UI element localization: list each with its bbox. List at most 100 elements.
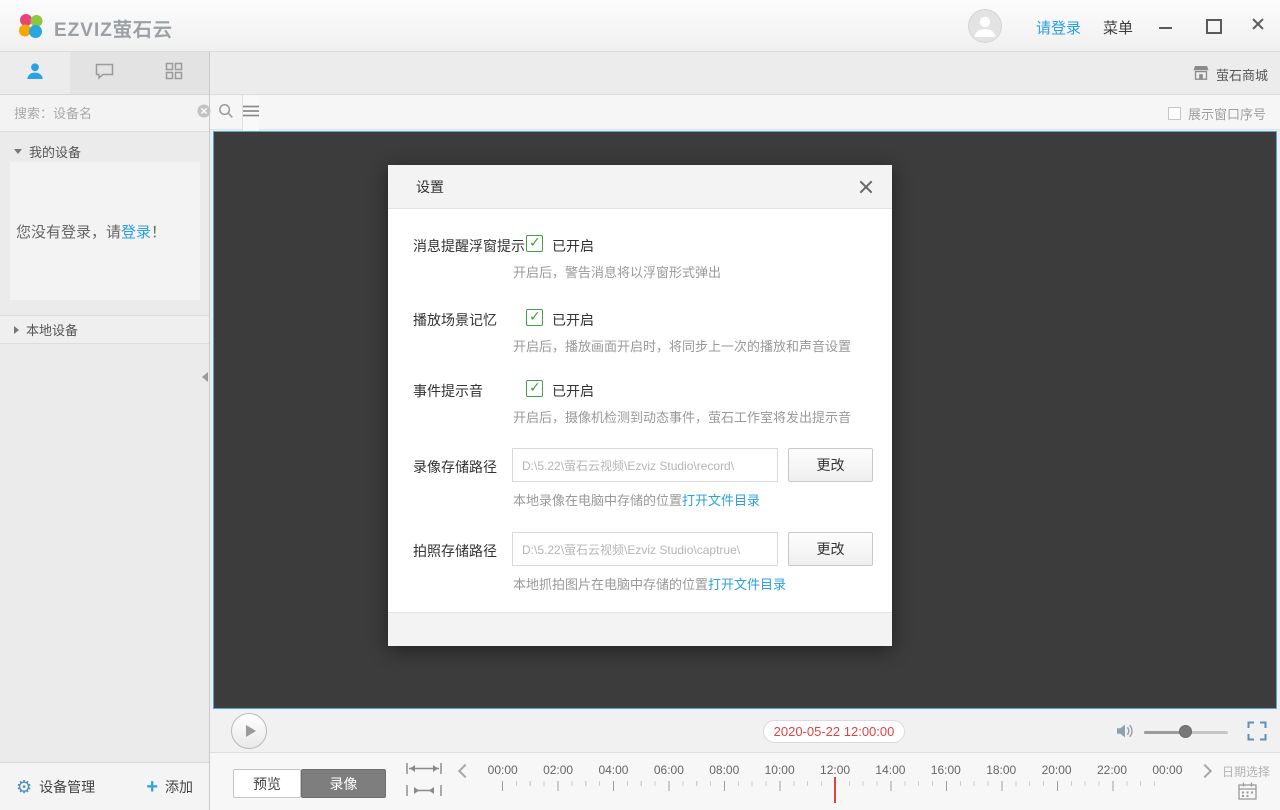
fullscreen-icon[interactable]	[1247, 721, 1267, 746]
login-prompt-panel: 您没有登录，请登录！	[10, 162, 200, 300]
login-button[interactable]: 请登录	[1036, 17, 1081, 38]
volume-handle[interactable]	[1179, 725, 1192, 738]
menu-button[interactable]: 菜单	[1103, 17, 1133, 38]
app-title: EZVIZ萤石云	[54, 15, 173, 42]
login-prompt-prefix: 您没有登录，请	[16, 224, 121, 241]
clear-search-icon[interactable]	[197, 104, 211, 123]
sidebar-collapse-handle[interactable]	[200, 362, 209, 392]
person-icon	[25, 61, 45, 86]
time-label: 10:00	[752, 763, 807, 777]
settings-dialog: 设置 消息提醒浮窗提示 已开启 开启后，警告消息将以浮窗形式弹出 播放场景记忆 …	[388, 165, 892, 646]
ezviz-mall-button[interactable]: 萤石商城	[1193, 61, 1268, 87]
volume-slider[interactable]	[1144, 724, 1228, 740]
toggle-label: 消息提醒浮窗提示	[413, 236, 525, 256]
open-capture-dir-link[interactable]: 打开文件目录	[708, 577, 786, 592]
search-box[interactable]	[0, 95, 242, 131]
tab-my-devices[interactable]	[0, 52, 70, 94]
change-record-path-button[interactable]: 更改	[788, 448, 873, 482]
avatar[interactable]	[968, 9, 1002, 43]
sidebar-tabs	[0, 52, 209, 95]
record-path-description-text: 本地录像在电脑中存储的位置	[513, 493, 682, 508]
login-prompt-link[interactable]: 登录	[121, 224, 151, 241]
toggle-row: 事件提示音 已开启	[388, 380, 892, 400]
toggle-description: 开启后，摄像机检测到动态事件，萤石工作室将发出提示音	[513, 407, 851, 426]
list-view-toggle[interactable]	[242, 95, 259, 131]
playback-bar: 2020-05-22 12:00:00	[210, 710, 1280, 753]
play-icon	[246, 725, 256, 737]
volume-icon[interactable]	[1116, 723, 1134, 744]
search-input[interactable]	[14, 106, 190, 121]
dialog-footer	[388, 612, 892, 646]
dialog-title: 设置	[416, 179, 444, 195]
titlebar: EZVIZ萤石云 请登录 菜单	[0, 0, 1280, 52]
time-label: 02:00	[530, 763, 585, 777]
sidebar: 我的设备 您没有登录，请登录！ 本地设备 ⚙ 设备管理 添加	[0, 52, 210, 810]
my-devices-section-header[interactable]: 我的设备	[14, 142, 81, 161]
timeline-next-icon[interactable]	[1198, 764, 1212, 778]
toggle-description: 开启后，警告消息将以浮窗形式弹出	[513, 262, 721, 281]
time-label: 20:00	[1029, 763, 1084, 777]
show-window-number-checkbox[interactable]	[1168, 107, 1181, 120]
toggle-checkbox-checked[interactable]	[526, 235, 543, 252]
toggle-checkbox-checked[interactable]	[526, 309, 543, 326]
calendar-icon[interactable]	[1238, 782, 1257, 805]
capture-path-input[interactable]	[512, 532, 778, 566]
minimize-icon[interactable]	[1158, 16, 1174, 32]
change-capture-path-button[interactable]: 更改	[788, 532, 873, 566]
device-manage-label: 设备管理	[39, 777, 95, 797]
timeline-prev-icon[interactable]	[458, 764, 472, 778]
chevron-down-icon	[14, 149, 22, 154]
record-path-input[interactable]	[512, 448, 778, 482]
time-label: 08:00	[697, 763, 752, 777]
plus-icon	[146, 777, 158, 797]
record-tab[interactable]: 录像	[301, 769, 386, 798]
time-label: 04:00	[586, 763, 641, 777]
tab-grid-view[interactable]	[139, 52, 209, 94]
time-label: 22:00	[1084, 763, 1139, 777]
maximize-icon[interactable]	[1204, 16, 1220, 32]
preview-tab[interactable]: 预览	[233, 769, 301, 798]
ezviz-mall-label: 萤石商城	[1216, 65, 1268, 84]
capture-path-row: 拍照存储路径 更改	[388, 532, 892, 566]
timeline-playhead	[834, 777, 836, 803]
toolbar-strip: 萤石商城	[210, 52, 1280, 95]
date-select-label[interactable]: 日期选择	[1222, 763, 1270, 780]
record-path-label: 录像存储路径	[413, 457, 497, 477]
time-label: 14:00	[863, 763, 918, 777]
time-label: 16:00	[918, 763, 973, 777]
search-icon[interactable]	[218, 103, 234, 124]
timeline-zoom-out-icon[interactable]	[406, 762, 442, 780]
app-logo: EZVIZ萤石云	[16, 11, 173, 46]
toggle-checkbox-checked[interactable]	[526, 380, 543, 397]
tab-messages[interactable]	[70, 52, 140, 94]
toggle-label: 播放场景记忆	[413, 310, 497, 330]
time-label: 12:00	[807, 763, 862, 777]
open-record-dir-link[interactable]: 打开文件目录	[682, 493, 760, 508]
sidebar-footer: ⚙ 设备管理 添加	[0, 762, 209, 810]
play-button[interactable]	[231, 713, 267, 749]
close-icon[interactable]	[1250, 16, 1266, 32]
gear-icon: ⚙	[16, 778, 32, 796]
add-device-button[interactable]: 添加	[146, 777, 193, 797]
hamburger-icon	[243, 104, 259, 122]
device-manage-button[interactable]: ⚙ 设备管理	[16, 777, 95, 797]
toggle-row: 播放场景记忆 已开启	[388, 309, 892, 329]
local-devices-section-header[interactable]: 本地设备	[0, 315, 209, 344]
chevron-right-icon	[14, 326, 19, 334]
window-controls	[1158, 14, 1266, 34]
dialog-close-icon[interactable]	[858, 179, 874, 195]
timeline-zoom-in-icon[interactable]	[406, 784, 442, 802]
capture-path-description: 本地抓拍图片在电脑中存储的位置打开文件目录	[513, 574, 786, 593]
ezviz-flower-icon	[16, 11, 46, 46]
chat-icon	[94, 61, 115, 86]
toggle-state: 已开启	[552, 381, 594, 401]
toggle-row: 消息提醒浮窗提示 已开启	[388, 235, 892, 255]
time-label: 00:00	[475, 763, 530, 777]
dialog-header: 设置	[388, 165, 892, 209]
time-label: 18:00	[974, 763, 1029, 777]
device-search-bar	[0, 95, 209, 132]
toggle-state: 已开启	[552, 236, 594, 256]
show-window-number-option[interactable]: 展示窗口序号	[1168, 104, 1266, 123]
toggle-state: 已开启	[552, 310, 594, 330]
login-prompt-text: 您没有登录，请登录！	[16, 221, 166, 242]
